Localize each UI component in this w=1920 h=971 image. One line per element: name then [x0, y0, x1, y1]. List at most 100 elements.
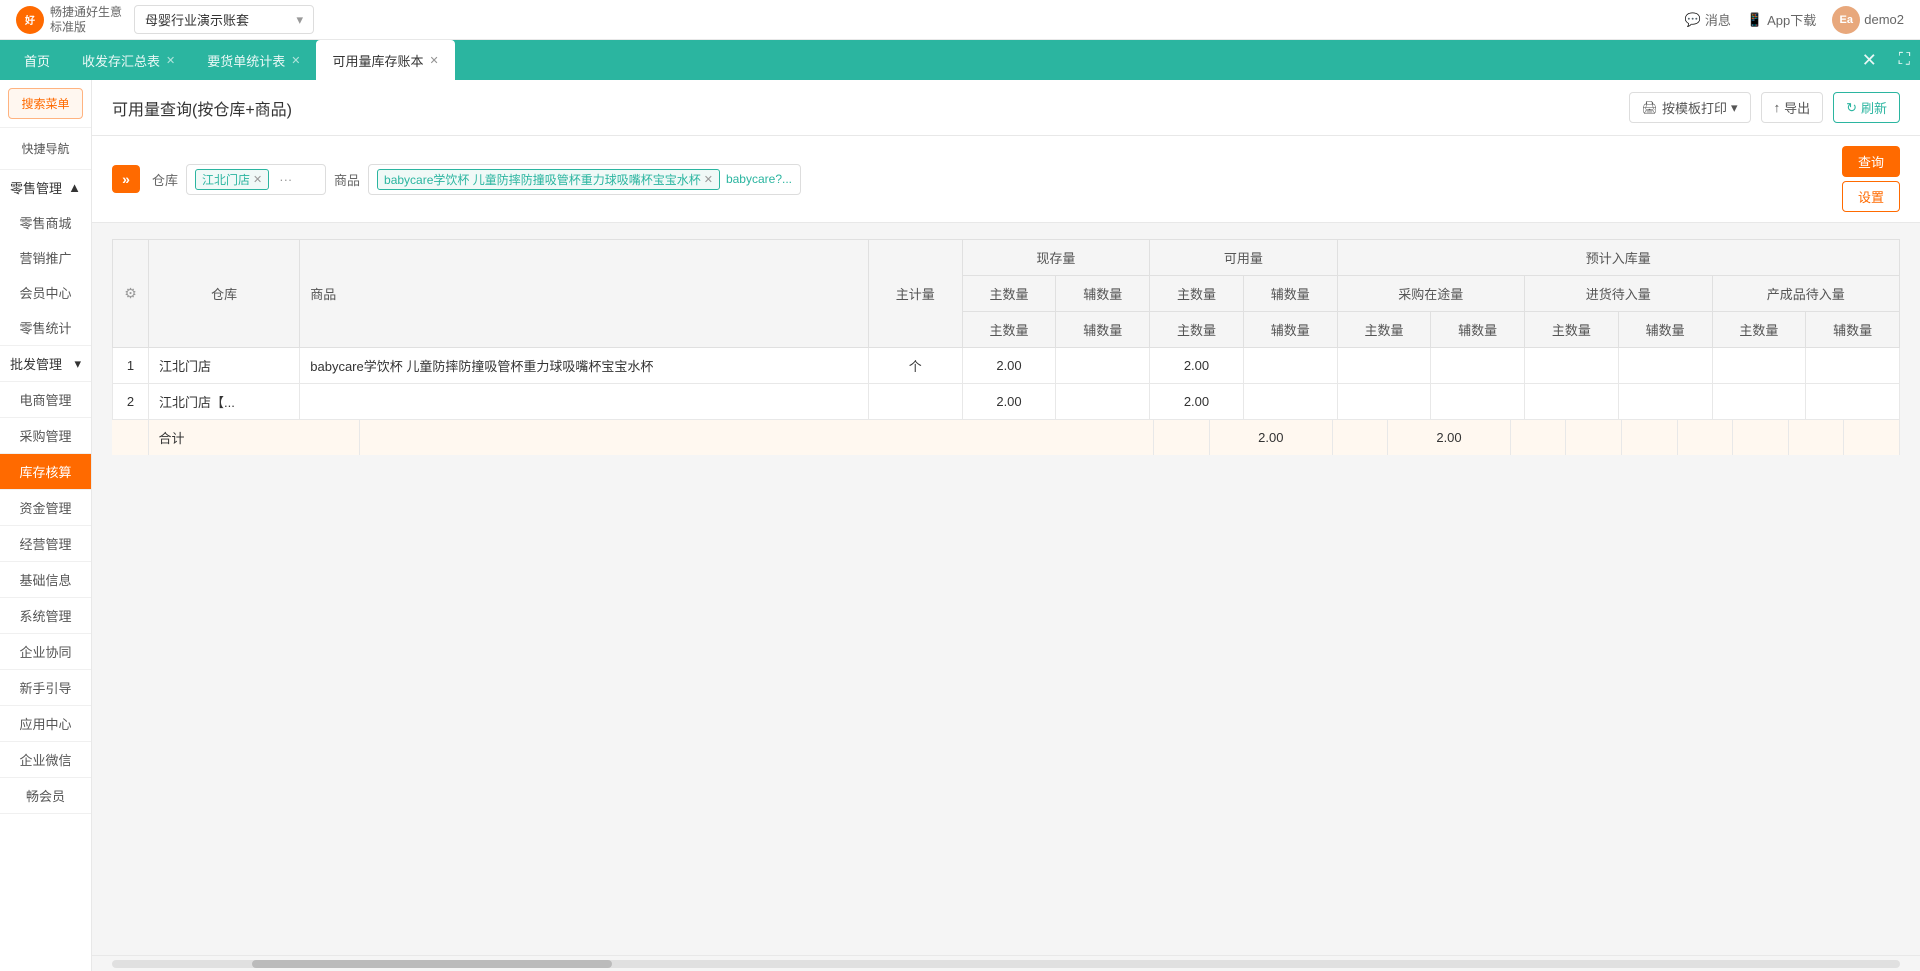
row-production-main: [1712, 348, 1806, 384]
th-stock-main2: 主数量: [962, 312, 1056, 348]
th-forecast: 预计入库量: [1337, 240, 1899, 276]
company-selector[interactable]: 母婴行业演示账套 ▾: [134, 5, 314, 34]
sidebar-item-retail-mall[interactable]: 零售商城: [0, 205, 91, 240]
sidebar-item-basic[interactable]: 基础信息: [0, 562, 91, 597]
avatar: Ea: [1832, 6, 1860, 34]
print-dropdown-icon: ▾: [1731, 100, 1738, 116]
warehouse-tag-jiangbei: 江北门店 ✕: [195, 169, 269, 190]
data-table: ⚙ 仓库 商品 主计量 现存量 可用量 预计入库量 主数量 辅数量 主数量 辅数…: [112, 239, 1900, 420]
sidebar-item-ecommerce[interactable]: 电商管理: [0, 382, 91, 417]
tab-order-stats[interactable]: 要货单统计表 ✕: [191, 40, 316, 80]
th-warehouse: 仓库: [149, 240, 300, 348]
settings-button[interactable]: 设置: [1842, 181, 1900, 212]
search-menu-button[interactable]: 搜索菜单: [8, 88, 83, 119]
sidebar-section-appcenter: 应用中心: [0, 706, 91, 742]
th-purchase-aux: 辅数量: [1431, 312, 1525, 348]
user-menu[interactable]: Ea demo2: [1832, 6, 1904, 34]
footer-blank-gear: [112, 420, 148, 455]
sidebar-item-wechat[interactable]: 企业微信: [0, 742, 91, 777]
footer-purchase-main: [1566, 420, 1622, 455]
row-stock-aux: [1056, 348, 1150, 384]
tab-receive-summary[interactable]: 收发存汇总表 ✕: [66, 40, 191, 80]
sidebar-item-enterprise[interactable]: 企业协同: [0, 634, 91, 669]
footer-stock-main: 2.00: [1210, 420, 1333, 455]
receive-summary-tab-label: 收发存汇总表: [82, 51, 160, 70]
row-stock-main: 2.00: [962, 348, 1056, 384]
table-row: 1 江北门店 babycare学饮杯 儿童防摔防撞吸管杯重力球吸嘴杯宝宝水杯 个…: [113, 348, 1900, 384]
sidebar-item-retail-stats[interactable]: 零售统计: [0, 310, 91, 345]
th-incoming-aux: 辅数量: [1618, 312, 1712, 348]
tab-available-inventory[interactable]: 可用量库存账本 ✕: [316, 40, 454, 80]
sidebar-item-member[interactable]: 畅会员: [0, 778, 91, 813]
footer-avail-main: 2.00: [1388, 420, 1511, 455]
expand-tabs-button[interactable]: ⛶: [1889, 51, 1920, 69]
close-all-tabs-button[interactable]: ✕: [1850, 50, 1889, 71]
row-avail-main: 2.00: [1150, 348, 1244, 384]
logo-area: 好 畅捷通好生意 标准版: [16, 5, 122, 34]
logo-text: 畅捷通好生意 标准版: [50, 5, 122, 34]
sidebar-item-purchase[interactable]: 采购管理: [0, 418, 91, 453]
row-product: babycare学饮杯 儿童防摔防撞吸管杯重力球吸嘴杯宝宝水杯: [300, 348, 869, 384]
logo-icon: 好: [16, 6, 44, 34]
row-avail-main: 2.00: [1150, 384, 1244, 420]
sidebar-nav: 快捷导航: [0, 128, 91, 170]
row-unit: [868, 384, 962, 420]
tab-close-order[interactable]: ✕: [291, 54, 300, 67]
warehouse-filter-dots[interactable]: ···: [275, 172, 296, 187]
sidebar-item-operations[interactable]: 经营管理: [0, 526, 91, 561]
remove-warehouse-tag[interactable]: ✕: [253, 173, 262, 186]
sidebar-item-quicknav[interactable]: 快捷导航: [0, 132, 91, 165]
scrollbar-thumb[interactable]: [252, 960, 612, 968]
top-bar: 好 畅捷通好生意 标准版 母婴行业演示账套 ▾ 💬 消息 📱 App下载 Ea …: [0, 0, 1920, 40]
footer-table: 合计 2.00 2.00: [112, 420, 1900, 455]
row-incoming-main: [1525, 384, 1619, 420]
sidebar-item-system[interactable]: 系统管理: [0, 598, 91, 633]
retail-expand-icon: ▲: [68, 180, 81, 195]
th-purchase-main: 主数量: [1337, 312, 1431, 348]
query-settings-group: 查询 设置: [1842, 146, 1900, 212]
tab-close-inventory[interactable]: ✕: [430, 54, 439, 67]
footer-stock-aux: [1332, 420, 1388, 455]
footer-blank-unit: [1154, 420, 1210, 455]
product-filter-input[interactable]: babycare学饮杯 儿童防摔防撞吸管杯重力球吸嘴杯宝宝水杯 ✕ babyca…: [368, 164, 801, 195]
row-incoming-aux: [1618, 384, 1712, 420]
scrollbar-track[interactable]: [112, 960, 1900, 968]
page-title: 可用量查询(按仓库+商品): [112, 96, 292, 120]
filter-toggle-button[interactable]: »: [112, 165, 140, 193]
filter-group: 仓库 江北门店 ✕ ··· 商品 babycare学饮杯 儿童防摔防撞吸管杯重力…: [152, 164, 1830, 195]
sidebar-search: 搜索菜单: [0, 80, 91, 128]
sidebar-item-newbie[interactable]: 新手引导: [0, 670, 91, 705]
th-available: 可用量: [1150, 240, 1337, 276]
sidebar-section-finance: 资金管理: [0, 490, 91, 526]
order-stats-tab-label: 要货单统计表: [207, 51, 285, 70]
message-button[interactable]: 💬 消息: [1685, 10, 1731, 29]
sidebar-section-retail-header[interactable]: 零售管理 ▲: [0, 170, 91, 205]
print-template-button[interactable]: 🖨 按模板打印 ▾: [1629, 92, 1751, 123]
remove-product-tag-1[interactable]: ✕: [704, 173, 713, 186]
query-button[interactable]: 查询: [1842, 146, 1900, 177]
table-area: ⚙ 仓库 商品 主计量 现存量 可用量 预计入库量 主数量 辅数量 主数量 辅数…: [92, 223, 1920, 955]
row-stock-main: 2.00: [962, 384, 1056, 420]
sidebar-item-appcenter[interactable]: 应用中心: [0, 706, 91, 741]
footer-production-aux: [1844, 420, 1900, 455]
refresh-button[interactable]: ↻ 刷新: [1833, 92, 1900, 123]
footer-incoming-aux: [1733, 420, 1789, 455]
available-inventory-tab-label: 可用量库存账本: [332, 51, 423, 70]
product-tag-more[interactable]: babycare?...: [726, 172, 792, 186]
tab-close-receive[interactable]: ✕: [166, 54, 175, 67]
app-download-button[interactable]: 📱 App下载: [1747, 10, 1816, 29]
refresh-icon: ↻: [1846, 100, 1857, 116]
sidebar-item-inventory[interactable]: 库存核算: [0, 454, 91, 489]
sidebar-item-marketing[interactable]: 营销推广: [0, 240, 91, 275]
th-stock-aux: 辅数量: [1056, 276, 1150, 312]
sidebar-item-finance[interactable]: 资金管理: [0, 490, 91, 525]
export-button[interactable]: ↑ 导出: [1761, 92, 1824, 123]
sidebar-item-membership[interactable]: 会员中心: [0, 275, 91, 310]
row-production-aux: [1806, 384, 1900, 420]
column-settings-icon[interactable]: ⚙: [124, 285, 137, 301]
sidebar-section-wholesale-header[interactable]: 批发管理 ▾: [0, 346, 91, 381]
product-filter-label: 商品: [334, 170, 360, 189]
page-actions: 🖨 按模板打印 ▾ ↑ 导出 ↻ 刷新: [1629, 92, 1901, 123]
tab-home[interactable]: 首页: [8, 40, 66, 80]
warehouse-filter-input[interactable]: 江北门店 ✕ ···: [186, 164, 326, 195]
